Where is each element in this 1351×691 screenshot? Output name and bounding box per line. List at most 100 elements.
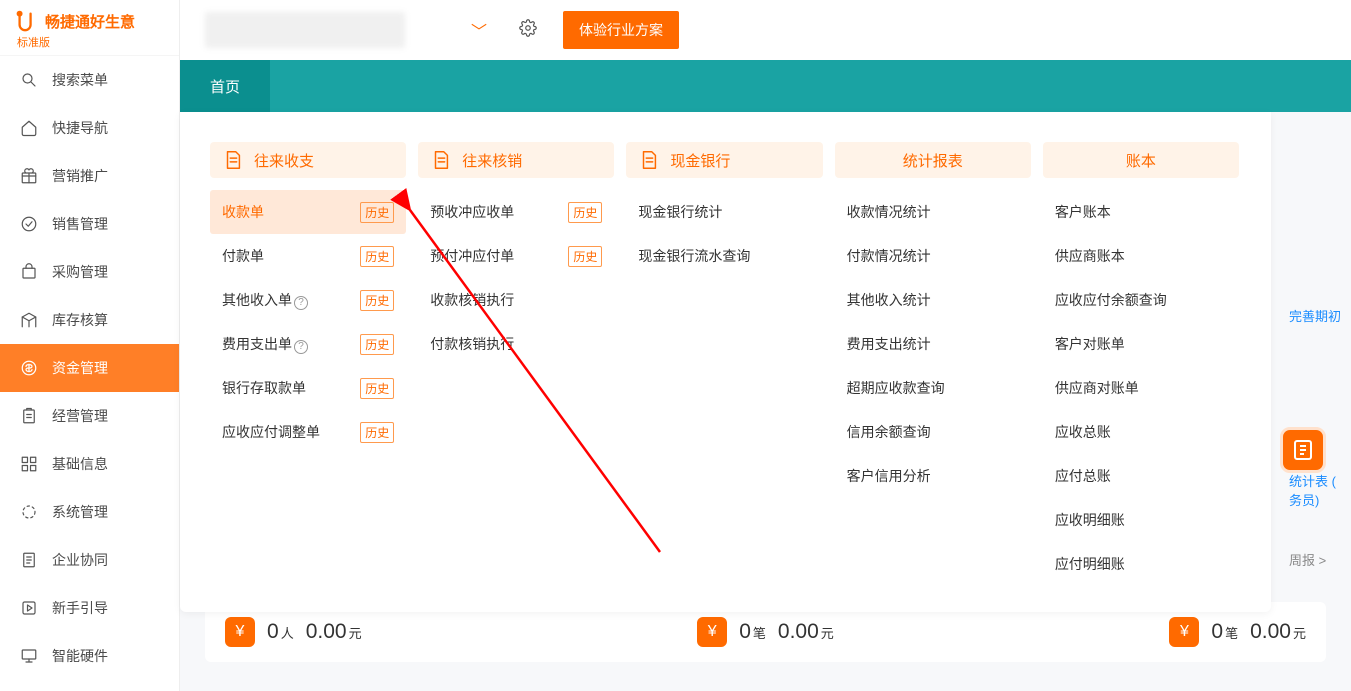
stat-icon: ¥ [1169, 617, 1199, 647]
mega-menu-item[interactable]: 应收应付余额查询 [1043, 278, 1239, 322]
mega-menu-item[interactable]: 客户账本 [1043, 190, 1239, 234]
clipboard2-icon [20, 551, 38, 569]
help-icon[interactable]: ? [294, 340, 308, 354]
stat-count-unit: 笔 [1225, 626, 1238, 641]
mega-column-header: 往来核销 [418, 142, 614, 178]
tab-home[interactable]: 首页 [180, 60, 270, 112]
mega-menu-item[interactable]: 应收总账 [1043, 410, 1239, 454]
stat-amount: 0.00 [778, 620, 819, 643]
mega-item-label: 客户对账单 [1055, 334, 1125, 354]
history-badge[interactable]: 历史 [360, 378, 394, 399]
sidebar-item-label: 基础信息 [52, 454, 108, 474]
history-badge[interactable]: 历史 [360, 422, 394, 443]
gift-icon [20, 167, 38, 185]
help-icon[interactable]: ? [294, 296, 308, 310]
mega-item-label: 应收明细账 [1055, 510, 1125, 530]
sidebar-item-home[interactable]: 快捷导航 [0, 104, 179, 152]
stat-amount: 0.00 [306, 620, 347, 643]
stat-card: ¥ 0人 0.00元 [225, 617, 362, 647]
mega-menu-item[interactable]: 收款单历史 [210, 190, 406, 234]
mega-menu-item[interactable]: 超期应收款查询 [835, 366, 1031, 410]
mega-menu-item[interactable]: 应付明细账 [1043, 542, 1239, 586]
sidebar-item-wallet[interactable]: 资金管理 [0, 344, 179, 392]
stat-count-unit: 笔 [753, 626, 766, 641]
mega-menu-item[interactable]: 其他收入单? 历史 [210, 278, 406, 322]
mega-menu-item[interactable]: 银行存取款单 历史 [210, 366, 406, 410]
stat-count-unit: 人 [281, 626, 294, 641]
mega-item-label: 应收应付调整单 [222, 422, 320, 442]
compass-icon [20, 599, 38, 617]
sidebar-item-search[interactable]: 搜索菜单 [0, 56, 179, 104]
mega-menu-item[interactable]: 应收明细账 [1043, 498, 1239, 542]
sidebar-item-clipboard[interactable]: 经营管理 [0, 392, 179, 440]
sidebar-item-clipboard2[interactable]: 企业协同 [0, 536, 179, 584]
mega-menu-item[interactable]: 客户信用分析 [835, 454, 1031, 498]
mega-menu-item[interactable]: 预收冲应收单历史 [418, 190, 614, 234]
sidebar-item-monitor[interactable]: 智能硬件 [0, 632, 179, 680]
mega-item-label: 付款核销执行 [430, 334, 514, 354]
stat-amount-unit: 元 [349, 626, 362, 641]
mega-menu-item[interactable]: 预付冲应付单历史 [418, 234, 614, 278]
mega-item-label: 现金银行统计 [638, 202, 722, 222]
sidebar-item-loader[interactable]: 系统管理 [0, 488, 179, 536]
history-badge[interactable]: 历史 [360, 334, 394, 355]
history-badge[interactable]: 历史 [360, 246, 394, 267]
sidebar-item-label: 经营管理 [52, 406, 108, 426]
stat-icon: ¥ [225, 617, 255, 647]
mega-menu-item[interactable]: 付款单历史 [210, 234, 406, 278]
stat-count: 0 [1211, 620, 1223, 643]
settings-icon[interactable] [513, 13, 543, 48]
sidebar-item-box[interactable]: 库存核算 [0, 296, 179, 344]
org-dropdown-icon[interactable]: ﹀ [465, 12, 493, 48]
history-badge[interactable]: 历史 [360, 290, 394, 311]
mega-item-label: 其他收入单? [222, 290, 308, 310]
mega-menu-item[interactable]: 应付总账 [1043, 454, 1239, 498]
mega-column-header: 现金银行 [626, 142, 822, 178]
mega-column-title: 账本 [1126, 150, 1156, 171]
sidebar-item-grid[interactable]: 基础信息 [0, 440, 179, 488]
floating-action-icon[interactable] [1280, 427, 1326, 473]
sidebar-item-tag[interactable]: 销售管理 [0, 200, 179, 248]
mega-column-title: 统计报表 [903, 150, 963, 171]
stat-amount: 0.00 [1250, 620, 1291, 643]
mega-column: 现金银行现金银行统计现金银行流水查询 [626, 142, 834, 582]
mega-menu-item[interactable]: 应收应付调整单 历史 [210, 410, 406, 454]
mega-menu-item[interactable]: 现金银行流水查询 [626, 234, 822, 278]
history-badge[interactable]: 历史 [568, 246, 602, 267]
mega-menu-item[interactable]: 费用支出单?历史 [210, 322, 406, 366]
history-badge[interactable]: 历史 [360, 202, 394, 223]
mega-item-label: 银行存取款单 [222, 378, 306, 398]
sidebar-item-label: 采购管理 [52, 262, 108, 282]
mega-item-label: 供应商账本 [1055, 246, 1125, 266]
mega-menu-item[interactable]: 付款情况统计 [835, 234, 1031, 278]
sidebar-item-cart[interactable]: 采购管理 [0, 248, 179, 296]
hint-row[interactable]: 完善期初 [1289, 307, 1341, 327]
mega-item-label: 应付明细账 [1055, 554, 1125, 574]
sidebar-item-label: 销售管理 [52, 214, 108, 234]
home-icon [20, 119, 38, 137]
mega-menu-item[interactable]: 其他收入统计 [835, 278, 1031, 322]
mega-menu-item[interactable]: 收款核销执行 [418, 278, 614, 322]
mega-menu-item[interactable]: 付款核销执行 [418, 322, 614, 366]
mega-menu-item[interactable]: 客户对账单 [1043, 322, 1239, 366]
box-icon [20, 311, 38, 329]
sidebar-item-label: 搜索菜单 [52, 70, 108, 90]
sidebar-item-label: 营销推广 [52, 166, 108, 186]
mega-column: 统计报表收款情况统计付款情况统计其他收入统计费用支出统计超期应收款查询信用余额查… [835, 142, 1043, 582]
history-badge[interactable]: 历史 [568, 202, 602, 223]
mega-menu-item[interactable]: 收款情况统计 [835, 190, 1031, 234]
mega-menu-item[interactable]: 供应商对账单 [1043, 366, 1239, 410]
mega-menu-item[interactable]: 供应商账本 [1043, 234, 1239, 278]
mega-menu-item[interactable]: 信用余额查询 [835, 410, 1031, 454]
mega-menu-item[interactable]: 现金银行统计 [626, 190, 822, 234]
hint-row[interactable]: 统计表 ( 务员) [1289, 472, 1341, 511]
stat-amount-unit: 元 [1293, 626, 1306, 641]
sidebar-item-compass[interactable]: 新手引导 [0, 584, 179, 632]
mega-item-label: 应收总账 [1055, 422, 1111, 442]
sidebar-item-gift[interactable]: 营销推广 [0, 152, 179, 200]
mega-column: 账本客户账本供应商账本应收应付余额查询客户对账单供应商对账单应收总账应付总账应收… [1043, 142, 1251, 582]
hint-row[interactable]: 周报 > [1289, 551, 1341, 571]
experience-button[interactable]: 体验行业方案 [563, 11, 679, 49]
clipboard-icon [20, 407, 38, 425]
mega-menu-item[interactable]: 费用支出统计 [835, 322, 1031, 366]
